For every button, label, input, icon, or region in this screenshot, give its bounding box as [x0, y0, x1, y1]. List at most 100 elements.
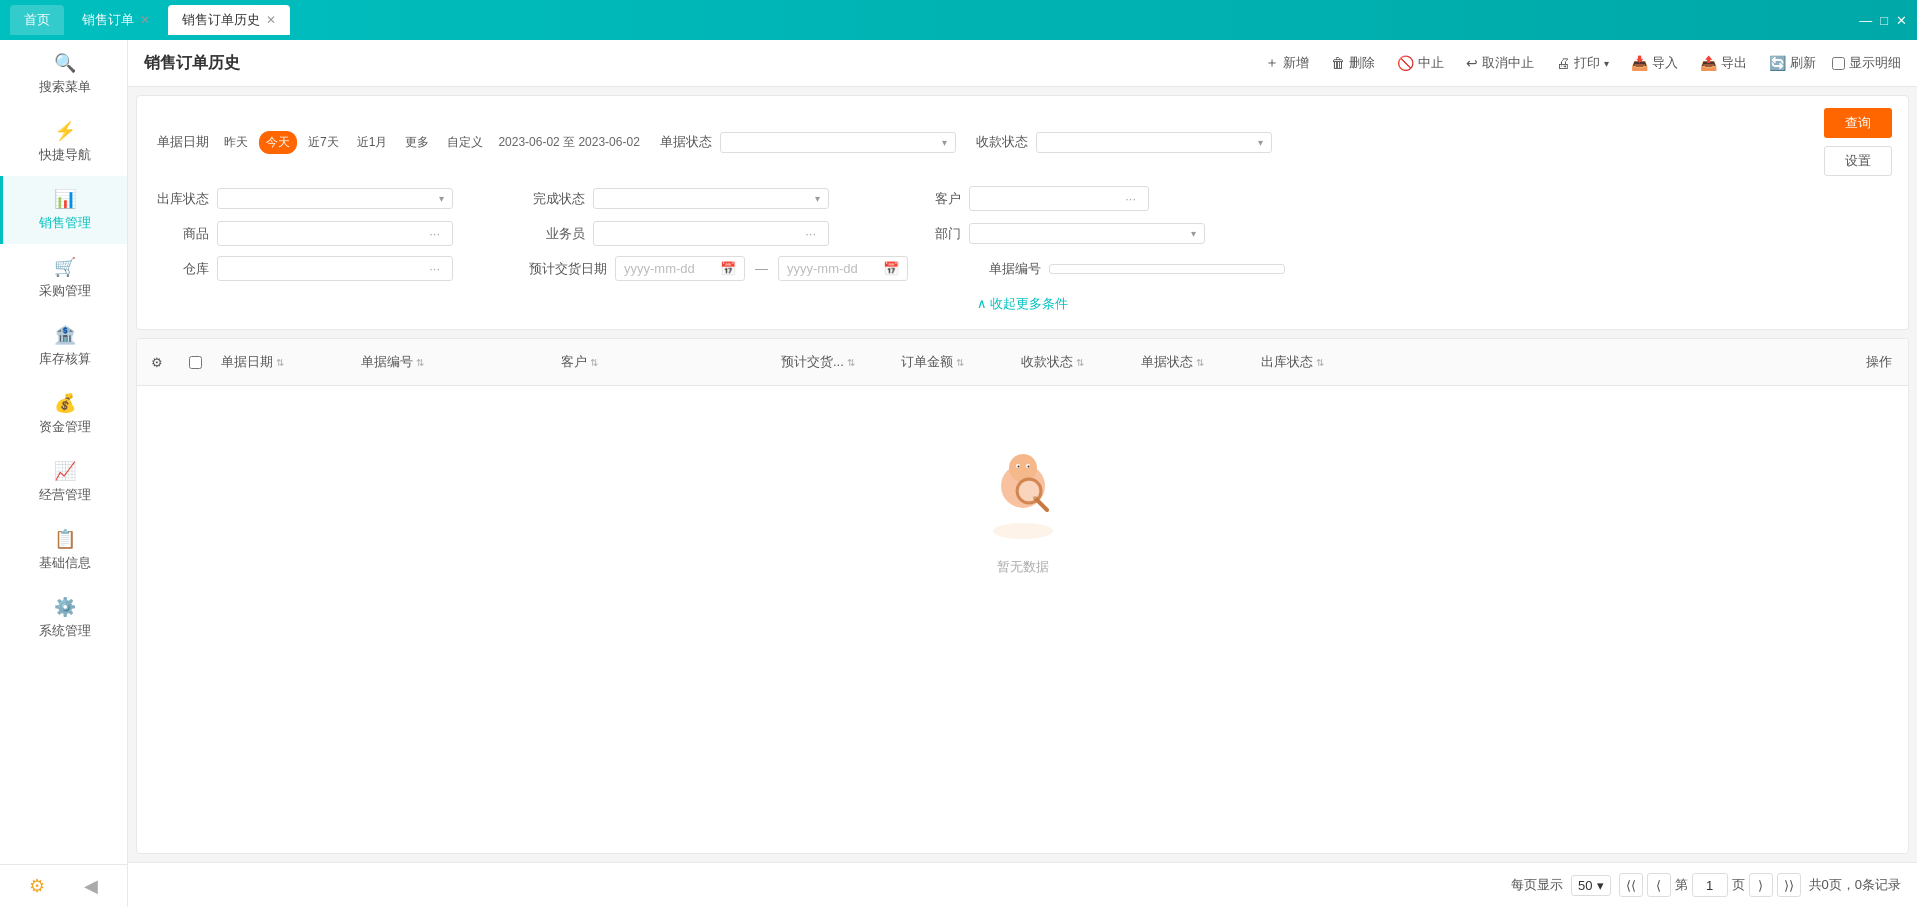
date-btn-1month[interactable]: 近1月	[350, 131, 395, 154]
display-detail-checkbox[interactable]	[1832, 57, 1845, 70]
filter-area: 单据日期 昨天 今天 近7天 近1月 更多 自定义 2023-06-02 至 2…	[136, 95, 1909, 330]
table-select-all-checkbox[interactable]	[189, 356, 202, 369]
sidebar-item-basic-info[interactable]: 📋 基础信息	[0, 516, 127, 584]
complete-status-select[interactable]: ▾	[593, 188, 829, 209]
page-first-button[interactable]: ⟨⟨	[1619, 873, 1643, 897]
tab-home[interactable]: 首页	[10, 5, 64, 35]
page-next-button[interactable]: ⟩	[1749, 873, 1773, 897]
page-last-button[interactable]: ⟩⟩	[1777, 873, 1801, 897]
th-customer[interactable]: 客户 ⇅	[553, 347, 773, 377]
sidebar: 🔍 搜索菜单 ⚡ 快捷导航 📊 销售管理 🛒 采购管理 🏦 库存核算 💰 资金管…	[0, 40, 128, 907]
sidebar-item-operation-mgmt[interactable]: 📈 经营管理	[0, 448, 127, 516]
svg-point-5	[1017, 466, 1019, 468]
system-mgmt-icon: ⚙️	[54, 596, 76, 618]
page-size-select[interactable]: 50 ▾	[1571, 875, 1610, 896]
stop-button[interactable]: 🚫 中止	[1391, 50, 1450, 76]
warehouse-input[interactable]: ···	[217, 256, 453, 281]
stock-out-select[interactable]: ▾	[217, 188, 453, 209]
page-title: 销售订单历史	[144, 53, 240, 74]
customer-input[interactable]: ···	[969, 186, 1149, 211]
page-nav: ⟨⟨ ⟨ 第 页 ⟩ ⟩⟩	[1619, 873, 1801, 897]
sidebar-item-fund-mgmt-label: 资金管理	[39, 418, 91, 436]
collapse-button[interactable]: ∧ 收起更多条件	[153, 291, 1892, 317]
th-stock-out[interactable]: 出库状态 ⇅	[1253, 347, 1373, 377]
th-stock-out-sort-icon: ⇅	[1316, 357, 1324, 368]
toolbar: ＋ 新增 🗑 删除 🚫 中止 ↩ 取消中止 🖨 打印	[1259, 50, 1901, 76]
settings-button[interactable]: 设置	[1824, 146, 1892, 176]
salesperson-input[interactable]: ···	[593, 221, 829, 246]
sidebar-settings-icon[interactable]: ⚙	[29, 875, 45, 897]
tab-sales-order-history[interactable]: 销售订单历史 ✕	[168, 5, 290, 35]
top-bar: 首页 销售订单 ✕ 销售订单历史 ✕ — □ ✕	[0, 0, 1917, 40]
delete-label: 删除	[1349, 54, 1375, 72]
date-btn-yesterday[interactable]: 昨天	[217, 131, 255, 154]
delivery-date-end-input[interactable]: yyyy-mm-dd 📅	[778, 256, 908, 281]
th-settings[interactable]: ⚙	[137, 349, 177, 376]
window-minimize-icon[interactable]: —	[1859, 13, 1872, 28]
bill-status-select[interactable]: ▾	[720, 132, 956, 153]
query-button[interactable]: 查询	[1824, 108, 1892, 138]
print-button[interactable]: 🖨 打印	[1550, 50, 1615, 76]
bill-no-input[interactable]	[1049, 264, 1285, 274]
date-btn-7days[interactable]: 近7天	[301, 131, 346, 154]
th-payment-status-label: 收款状态	[1021, 353, 1073, 371]
sidebar-item-system-mgmt[interactable]: ⚙️ 系统管理	[0, 584, 127, 652]
window-maximize-icon[interactable]: □	[1880, 13, 1888, 28]
th-number[interactable]: 单据编号 ⇅	[353, 347, 553, 377]
sidebar-item-search-menu[interactable]: 🔍 搜索菜单	[0, 40, 127, 108]
page-number-input[interactable]	[1692, 873, 1728, 897]
delivery-date-start-input[interactable]: yyyy-mm-dd 📅	[615, 256, 745, 281]
bill-status-label: 单据状态	[656, 133, 712, 151]
warehouse-dots-icon[interactable]: ···	[425, 261, 444, 276]
filter-complete-status: 完成状态 ▾	[529, 188, 829, 209]
sidebar-item-quick-nav[interactable]: ⚡ 快捷导航	[0, 108, 127, 176]
date-btn-more[interactable]: 更多	[398, 131, 436, 154]
tab-sales-order-close[interactable]: ✕	[140, 13, 150, 27]
table-settings-icon[interactable]: ⚙	[151, 355, 163, 370]
sidebar-bottom: ⚙ ◀	[0, 864, 127, 907]
dept-select[interactable]: ▾	[969, 223, 1205, 244]
delivery-date-end-value: yyyy-mm-dd	[787, 261, 858, 276]
total-text: 共0页，0条记录	[1809, 876, 1901, 894]
th-payment-status[interactable]: 收款状态 ⇅	[1013, 347, 1133, 377]
th-delivery[interactable]: 预计交货... ⇅	[773, 347, 893, 377]
sales-mgmt-icon: 📊	[54, 188, 76, 210]
tab-sales-order-history-close[interactable]: ✕	[266, 13, 276, 27]
window-close-icon[interactable]: ✕	[1896, 13, 1907, 28]
page-size-value: 50	[1578, 878, 1592, 893]
th-amount[interactable]: 订单金额 ⇅	[893, 347, 1013, 377]
payment-status-select[interactable]: ▾	[1036, 132, 1272, 153]
import-button[interactable]: 📥 导入	[1625, 50, 1684, 76]
goods-input[interactable]: ···	[217, 221, 453, 246]
sidebar-item-sales-mgmt[interactable]: 📊 销售管理	[0, 176, 127, 244]
delete-button[interactable]: 🗑 删除	[1325, 50, 1381, 76]
sidebar-collapse-icon[interactable]: ◀	[84, 875, 98, 897]
bill-status-arrow-icon: ▾	[942, 137, 947, 148]
th-bill-status[interactable]: 单据状态 ⇅	[1133, 347, 1253, 377]
salesperson-dots-icon[interactable]: ···	[801, 226, 820, 241]
date-btn-custom[interactable]: 自定义	[440, 131, 490, 154]
th-date[interactable]: 单据日期 ⇅	[213, 347, 353, 377]
filter-payment-status: 收款状态 ▾	[972, 132, 1272, 153]
goods-dots-icon[interactable]: ···	[425, 226, 444, 241]
refresh-button[interactable]: 🔄 刷新	[1763, 50, 1822, 76]
tab-sales-order[interactable]: 销售订单 ✕	[68, 5, 164, 35]
sidebar-item-fund-mgmt[interactable]: 💰 资金管理	[0, 380, 127, 448]
filter-stock-out: 出库状态 ▾	[153, 188, 453, 209]
inventory-check-icon: 🏦	[54, 324, 76, 346]
sidebar-item-inventory-check[interactable]: 🏦 库存核算	[0, 312, 127, 380]
new-button[interactable]: ＋ 新增	[1259, 50, 1315, 76]
page-prev-button[interactable]: ⟨	[1647, 873, 1671, 897]
tab-sales-order-label: 销售订单	[82, 11, 134, 29]
export-button[interactable]: 📤 导出	[1694, 50, 1753, 76]
sidebar-item-purchase-mgmt[interactable]: 🛒 采购管理	[0, 244, 127, 312]
display-detail-toggle[interactable]: 显示明细	[1832, 54, 1901, 72]
complete-status-label: 完成状态	[529, 190, 585, 208]
th-bill-status-sort-icon: ⇅	[1196, 357, 1204, 368]
date-btn-today[interactable]: 今天	[259, 131, 297, 154]
cancel-stop-button[interactable]: ↩ 取消中止	[1460, 50, 1540, 76]
th-checkbox[interactable]	[177, 350, 213, 375]
customer-dots-icon[interactable]: ···	[1121, 191, 1140, 206]
stop-icon: 🚫	[1397, 55, 1414, 71]
sidebar-item-purchase-mgmt-label: 采购管理	[39, 282, 91, 300]
